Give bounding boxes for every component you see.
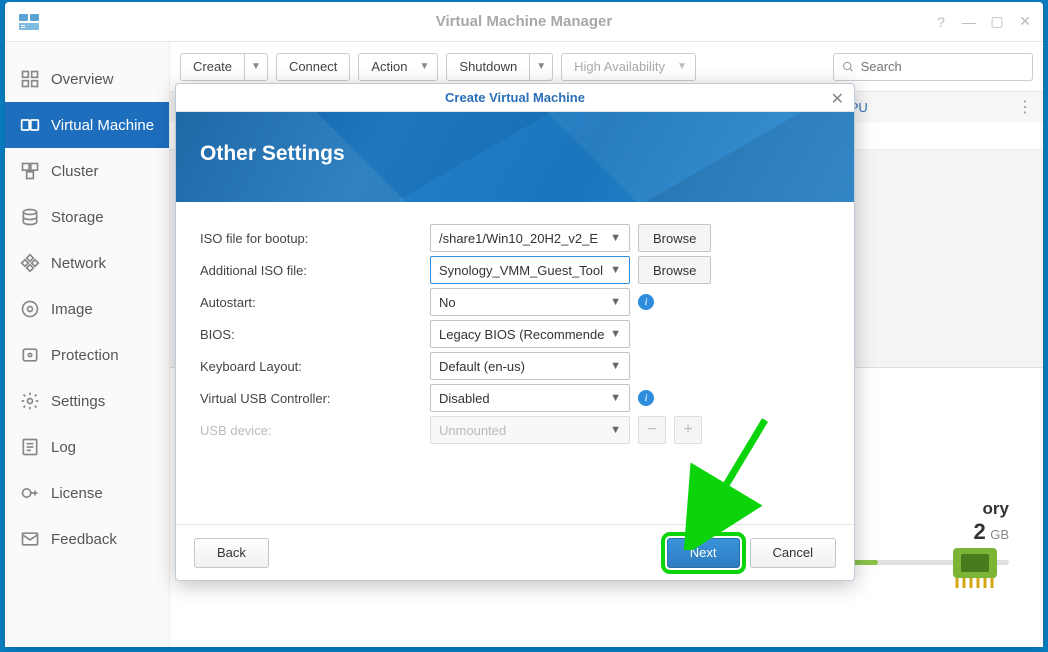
sidebar-item-label: Image <box>51 301 93 318</box>
chevron-down-icon[interactable]: ▼ <box>244 54 267 80</box>
dialog-heading: Other Settings <box>176 112 854 166</box>
sidebar-item-label: Overview <box>51 71 114 88</box>
network-icon <box>19 252 41 274</box>
iso-file-label: ISO file for bootup: <box>200 231 430 246</box>
vm-icon <box>19 114 41 136</box>
sidebar-item-label: Cluster <box>51 163 99 180</box>
sidebar-item-label: Network <box>51 255 106 272</box>
sidebar-item-label: Storage <box>51 209 104 226</box>
sidebar-item-feedback[interactable]: Feedback <box>5 516 169 562</box>
dialog-titlebar: Create Virtual Machine ✕ <box>176 84 854 112</box>
chevron-down-icon: ▼ <box>610 360 621 372</box>
next-button[interactable]: Next <box>667 538 740 568</box>
sidebar-item-image[interactable]: Image <box>5 286 169 332</box>
autostart-label: Autostart: <box>200 295 430 310</box>
bios-label: BIOS: <box>200 327 430 342</box>
dialog-banner: Other Settings <box>176 112 854 202</box>
back-button[interactable]: Back <box>194 538 269 568</box>
chevron-down-icon: ▼ <box>610 392 621 404</box>
cpu-chip-icon <box>945 540 1005 595</box>
cluster-icon <box>19 160 41 182</box>
sidebar-item-cluster[interactable]: Cluster <box>5 148 169 194</box>
sidebar-item-storage[interactable]: Storage <box>5 194 169 240</box>
sidebar-item-network[interactable]: Network <box>5 240 169 286</box>
virtual-usb-label: Virtual USB Controller: <box>200 391 430 406</box>
image-icon <box>19 298 41 320</box>
virtual-usb-select[interactable]: Disabled▼ <box>430 384 630 412</box>
dialog-footer: Back Next Cancel <box>176 524 854 580</box>
log-icon <box>19 436 41 458</box>
sidebar-item-label: License <box>51 485 103 502</box>
sidebar-item-label: Settings <box>51 393 105 410</box>
sidebar-item-overview[interactable]: Overview <box>5 56 169 102</box>
chevron-down-icon: ▼ <box>420 61 438 72</box>
app-icon <box>17 10 41 34</box>
sidebar-item-protection[interactable]: Protection <box>5 332 169 378</box>
sidebar-item-label: Protection <box>51 347 119 364</box>
chevron-down-icon: ▼ <box>610 296 621 308</box>
connect-button[interactable]: Connect <box>276 53 350 81</box>
search-box[interactable] <box>833 53 1033 81</box>
sidebar: Overview Virtual Machine Cluster Storage… <box>5 42 170 647</box>
sidebar-item-label: Feedback <box>51 531 117 548</box>
minimize-icon[interactable]: — <box>961 14 977 30</box>
cancel-button[interactable]: Cancel <box>750 538 836 568</box>
add-usb-button: + <box>674 416 702 444</box>
dialog-title: Create Virtual Machine <box>445 90 585 105</box>
info-icon[interactable]: i <box>638 294 654 310</box>
chevron-down-icon: ▼ <box>610 264 621 276</box>
sidebar-item-settings[interactable]: Settings <box>5 378 169 424</box>
sidebar-item-label: Log <box>51 439 76 456</box>
iso-browse-button[interactable]: Browse <box>638 224 711 252</box>
gear-icon <box>19 390 41 412</box>
keyboard-layout-select[interactable]: Default (en-us)▼ <box>430 352 630 380</box>
help-icon[interactable]: ? <box>933 14 949 30</box>
feedback-icon <box>19 528 41 550</box>
sidebar-item-log[interactable]: Log <box>5 424 169 470</box>
shutdown-button[interactable]: Shutdown▼ <box>446 53 553 81</box>
sidebar-item-label: Virtual Machine <box>51 117 154 134</box>
high-availability-button[interactable]: High Availability▼ <box>561 53 696 81</box>
autostart-select[interactable]: No▼ <box>430 288 630 316</box>
search-icon <box>842 60 855 74</box>
maximize-icon[interactable]: ▢ <box>989 14 1005 30</box>
protection-icon <box>19 344 41 366</box>
sidebar-item-license[interactable]: License <box>5 470 169 516</box>
additional-iso-browse-button[interactable]: Browse <box>638 256 711 284</box>
search-input[interactable] <box>861 59 1024 74</box>
remove-usb-button: − <box>638 416 666 444</box>
overview-icon <box>19 68 41 90</box>
sidebar-item-virtual-machine[interactable]: Virtual Machine <box>5 102 169 148</box>
usb-device-select: Unmounted▼ <box>430 416 630 444</box>
action-button[interactable]: Action▼ <box>358 53 438 81</box>
storage-icon <box>19 206 41 228</box>
license-icon <box>19 482 41 504</box>
close-icon[interactable]: ✕ <box>1017 14 1033 30</box>
info-icon[interactable]: i <box>638 390 654 406</box>
create-button[interactable]: Create▼ <box>180 53 268 81</box>
chevron-down-icon: ▼ <box>610 232 621 244</box>
iso-file-select[interactable]: /share1/Win10_20H2_v2_E▼ <box>430 224 630 252</box>
chevron-down-icon: ▼ <box>677 61 695 72</box>
chevron-down-icon: ▼ <box>610 424 621 436</box>
additional-iso-label: Additional ISO file: <box>200 263 430 278</box>
chevron-down-icon[interactable]: ▼ <box>529 54 552 80</box>
window-title: Virtual Machine Manager <box>436 13 612 30</box>
create-vm-dialog: Create Virtual Machine ✕ Other Settings … <box>175 83 855 581</box>
usb-device-label: USB device: <box>200 423 430 438</box>
title-bar: Virtual Machine Manager ? — ▢ ✕ <box>5 2 1043 42</box>
bios-select[interactable]: Legacy BIOS (Recommende▼ <box>430 320 630 348</box>
additional-iso-select[interactable]: Synology_VMM_Guest_Tool▼ <box>430 256 630 284</box>
dialog-close-icon[interactable]: ✕ <box>831 89 844 109</box>
column-menu-icon[interactable]: ⋮ <box>1017 97 1033 117</box>
chevron-down-icon: ▼ <box>610 328 621 340</box>
keyboard-layout-label: Keyboard Layout: <box>200 359 430 374</box>
